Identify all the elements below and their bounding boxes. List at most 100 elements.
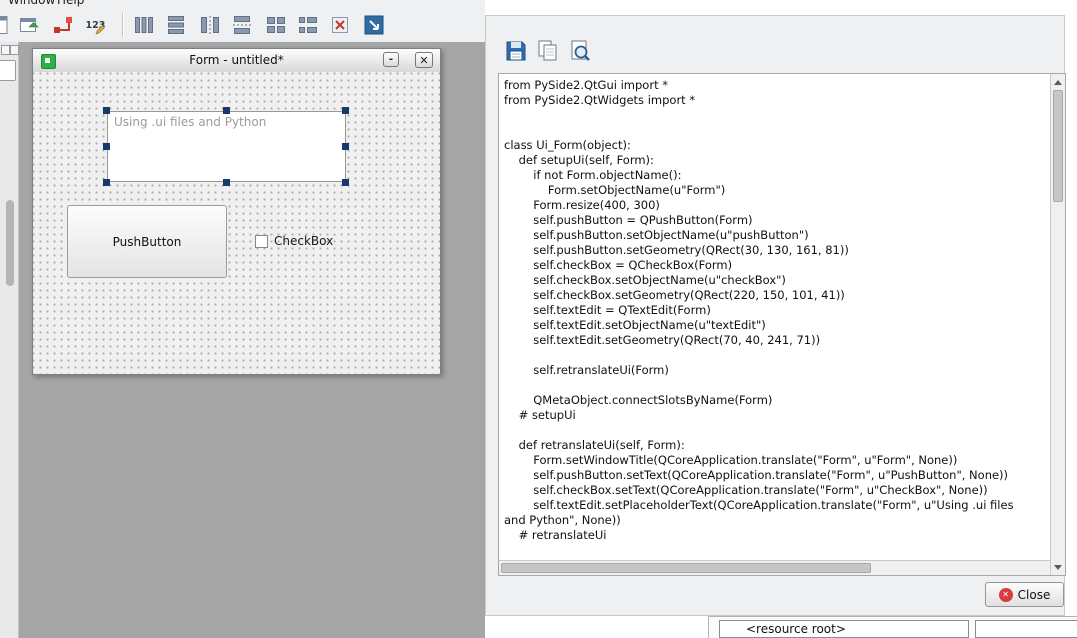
checkbox-widget[interactable]: CheckBox bbox=[255, 233, 333, 249]
find-button[interactable] bbox=[566, 37, 593, 64]
scroll-up-button[interactable] bbox=[1051, 75, 1065, 89]
horizontal-scrollbar-thumb[interactable] bbox=[501, 563, 871, 573]
menu-item-window[interactable]: Window bbox=[8, 0, 55, 7]
scroll-up-icon bbox=[1054, 80, 1062, 85]
selection-handle-top-left[interactable] bbox=[103, 107, 110, 114]
minimize-button[interactable]: - bbox=[383, 52, 399, 67]
layout-horizontal-icon bbox=[133, 14, 155, 36]
widget-box-panel bbox=[0, 42, 19, 638]
adjust-size-icon bbox=[363, 14, 385, 36]
code-line bbox=[504, 423, 1046, 438]
horizontal-scrollbar[interactable] bbox=[499, 560, 1050, 575]
code-line: Form.setWindowTitle(QCoreApplication.tra… bbox=[504, 453, 1046, 468]
code-line: self.pushButton.setObjectName(u"pushButt… bbox=[504, 228, 1046, 243]
textedit-widget[interactable]: Using .ui files and Python bbox=[107, 111, 346, 182]
layout-form-button[interactable] bbox=[295, 12, 321, 38]
code-line bbox=[504, 348, 1046, 363]
scroll-down-button[interactable] bbox=[1051, 560, 1065, 574]
code-line: self.textEdit.setObjectName(u"textEdit") bbox=[504, 318, 1046, 333]
checkbox-label: CheckBox bbox=[274, 234, 333, 248]
close-button[interactable]: ✕ Close bbox=[985, 582, 1064, 607]
layout-form-icon bbox=[297, 14, 319, 36]
dock-close-button[interactable] bbox=[10, 45, 19, 55]
close-window-button[interactable]: ✕ bbox=[415, 52, 433, 68]
selection-handle-bottom-left[interactable] bbox=[103, 179, 110, 186]
edit-signals-icon bbox=[52, 14, 74, 36]
adjust-size-button[interactable] bbox=[361, 12, 387, 38]
layout-horizontal-splitter-button[interactable] bbox=[197, 12, 223, 38]
code-line: QMetaObject.connectSlotsByName(Form) bbox=[504, 393, 1046, 408]
save-icon bbox=[504, 39, 528, 63]
layout-grid-button[interactable] bbox=[263, 12, 289, 38]
resource-secondary-box[interactable] bbox=[975, 620, 1077, 638]
resource-panel: <resource root> bbox=[708, 616, 1077, 638]
form-window-title: Form - untitled* bbox=[33, 53, 440, 67]
code-line: from PySide2.QtGui import * bbox=[504, 78, 1046, 93]
selection-handle-top-center[interactable] bbox=[223, 107, 230, 114]
code-line: if not Form.objectName(): bbox=[504, 168, 1046, 183]
find-icon bbox=[568, 39, 592, 63]
layout-vertical-splitter-button[interactable] bbox=[229, 12, 255, 38]
resource-root-item[interactable]: <resource root> bbox=[719, 620, 969, 638]
menubar: Window Help bbox=[0, 0, 485, 9]
new-form-button[interactable] bbox=[0, 12, 13, 38]
code-line: and Python", None)) bbox=[504, 513, 1046, 528]
code-line: self.pushButton = QPushButton(Form) bbox=[504, 213, 1046, 228]
layout-horizontal-button[interactable] bbox=[131, 12, 157, 38]
break-layout-button[interactable] bbox=[327, 12, 353, 38]
layout-horizontal-splitter-icon bbox=[199, 14, 221, 36]
copy-icon bbox=[536, 39, 560, 63]
open-form-icon bbox=[18, 14, 40, 36]
code-line: self.checkBox.setText(QCoreApplication.t… bbox=[504, 483, 1046, 498]
selection-handle-middle-left[interactable] bbox=[103, 143, 110, 150]
textedit-placeholder: Using .ui files and Python bbox=[114, 115, 266, 129]
code-line: def setupUi(self, Form): bbox=[504, 153, 1046, 168]
code-line: self.checkBox.setGeometry(QRect(220, 150… bbox=[504, 288, 1046, 303]
widget-filter-input[interactable] bbox=[0, 60, 16, 81]
copy-button[interactable] bbox=[534, 37, 561, 64]
edit-signals-button[interactable] bbox=[50, 12, 76, 38]
save-button[interactable] bbox=[502, 37, 529, 64]
edit-tab-order-button[interactable]: 123 bbox=[82, 12, 108, 38]
code-line: self.textEdit.setGeometry(QRect(70, 40, … bbox=[504, 333, 1046, 348]
code-line: # setupUi bbox=[504, 408, 1046, 423]
code-line: self.checkBox.setObjectName(u"checkBox") bbox=[504, 273, 1046, 288]
layout-vertical-splitter-icon bbox=[231, 14, 253, 36]
code-line: def retranslateUi(self, Form): bbox=[504, 438, 1046, 453]
code-view[interactable]: from PySide2.QtGui import *from PySide2.… bbox=[498, 73, 1066, 576]
layout-vertical-button[interactable] bbox=[163, 12, 189, 38]
form-canvas[interactable]: Using .ui files and Python PushButton Ch… bbox=[33, 72, 440, 374]
main-toolbar: 123 bbox=[0, 9, 485, 42]
code-line: self.textEdit = QTextEdit(Form) bbox=[504, 303, 1046, 318]
open-form-button[interactable] bbox=[16, 12, 42, 38]
selection-handle-bottom-center[interactable] bbox=[223, 179, 230, 186]
edit-tab-order-icon: 123 bbox=[84, 14, 106, 36]
code-line: self.retranslateUi(Form) bbox=[504, 363, 1046, 378]
form-window-titlebar[interactable]: Form - untitled* - ✕ bbox=[33, 49, 440, 73]
vertical-scrollbar[interactable] bbox=[1050, 74, 1065, 575]
pushbutton-widget[interactable]: PushButton bbox=[67, 205, 227, 278]
selection-handle-top-right[interactable] bbox=[342, 107, 349, 114]
dock-scrollbar-thumb[interactable] bbox=[6, 200, 14, 286]
code-line: # retranslateUi bbox=[504, 528, 1046, 543]
code-text: from PySide2.QtGui import *from PySide2.… bbox=[504, 78, 1046, 557]
code-line: from PySide2.QtWidgets import * bbox=[504, 93, 1046, 108]
layout-vertical-icon bbox=[165, 14, 187, 36]
code-preview-dialog: from PySide2.QtGui import *from PySide2.… bbox=[485, 15, 1065, 616]
selection-handle-bottom-right[interactable] bbox=[342, 179, 349, 186]
code-line: Form.resize(400, 300) bbox=[504, 198, 1046, 213]
code-line: self.textEdit.setPlaceholderText(QCoreAp… bbox=[504, 498, 1046, 513]
checkbox-box-icon bbox=[255, 235, 268, 248]
close-icon: ✕ bbox=[999, 588, 1013, 602]
code-line: self.pushButton.setGeometry(QRect(30, 13… bbox=[504, 243, 1046, 258]
scroll-down-icon bbox=[1054, 565, 1062, 570]
code-line bbox=[504, 108, 1046, 123]
menu-item-help[interactable]: Help bbox=[57, 0, 84, 7]
code-line bbox=[504, 378, 1046, 393]
code-line: Form.setObjectName(u"Form") bbox=[504, 183, 1046, 198]
selection-handle-middle-right[interactable] bbox=[342, 143, 349, 150]
code-line: self.checkBox = QCheckBox(Form) bbox=[504, 258, 1046, 273]
code-line: class Ui_Form(object): bbox=[504, 138, 1046, 153]
vertical-scrollbar-thumb[interactable] bbox=[1053, 90, 1063, 202]
dock-float-button[interactable] bbox=[1, 45, 10, 55]
